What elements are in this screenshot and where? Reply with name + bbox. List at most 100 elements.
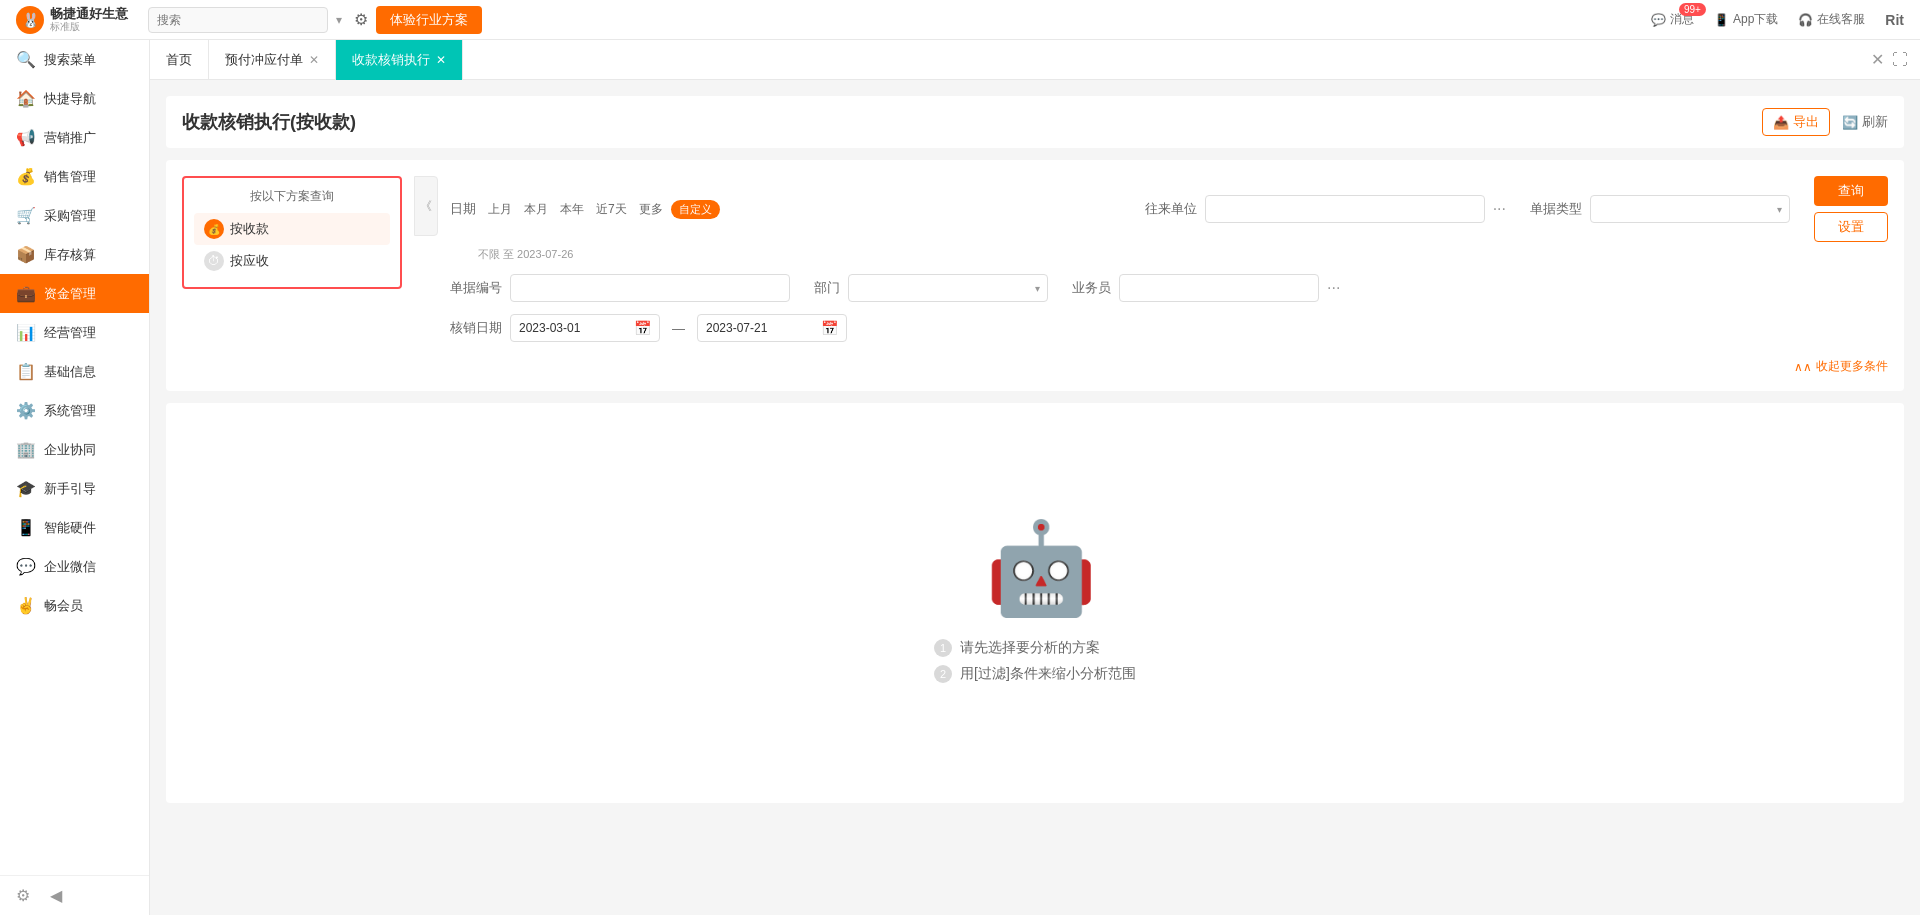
sidebar-item-sales[interactable]: 💰 销售管理 [0,157,149,196]
logo-icon: 🐰 [16,6,44,34]
page-actions: 📤 导出 🔄 刷新 [1762,108,1888,136]
refresh-button[interactable]: 🔄 刷新 [1842,113,1888,131]
home-icon: 🏠 [16,89,36,108]
sidebar-label-inventory: 库存核算 [44,246,96,264]
close-all-tabs-icon[interactable]: ✕ [1871,50,1884,69]
tab-prepaid[interactable]: 预付冲应付单 ✕ [209,40,336,80]
date-btn-custom[interactable]: 自定义 [671,200,720,219]
sidebar-label-hardware: 智能硬件 [44,519,96,537]
sidebar-label-funds: 资金管理 [44,285,96,303]
expand-icon[interactable]: ⛶ [1892,51,1908,69]
sidebar-item-quick-nav[interactable]: 🏠 快捷导航 [0,79,149,118]
voucher-no-input[interactable] [510,274,790,302]
collapse-conditions-label: 收起更多条件 [1816,358,1888,375]
department-select[interactable] [848,274,1048,302]
date-btn-this-year[interactable]: 本年 [556,199,588,220]
tip-num-2: 2 [934,665,952,683]
page-title-bar: 收款核销执行(按收款) 📤 导出 🔄 刷新 [166,96,1904,148]
sidebar-item-funds[interactable]: 💼 资金管理 [0,274,149,313]
sidebar-item-marketing[interactable]: 📢 营销推广 [0,118,149,157]
sidebar-item-enterprise[interactable]: 🏢 企业协同 [0,430,149,469]
user-name[interactable]: Rit [1885,12,1904,28]
tab-receivable-close[interactable]: ✕ [436,53,446,67]
sidebar-label-marketing: 营销推广 [44,129,96,147]
related-unit-label: 往来单位 [1145,200,1197,218]
export-button[interactable]: 📤 导出 [1762,108,1830,136]
sidebar-item-guide[interactable]: 🎓 新手引导 [0,469,149,508]
sidebar-item-basic-info[interactable]: 📋 基础信息 [0,352,149,391]
content-area: 首页 预付冲应付单 ✕ 收款核销执行 ✕ ✕ ⛶ 收款核销执行(按收款) [150,40,1920,915]
topbar-search-input[interactable] [148,7,328,33]
sidebar-label-operations: 经营管理 [44,324,96,342]
writeoff-date-start[interactable]: 2023-03-01 📅 [510,314,660,342]
empty-state: 🤖 1 请先选择要分析的方案 2 用[过滤]条件来缩小分析范围 [166,403,1904,803]
query-button[interactable]: 查询 [1814,176,1888,206]
chevron-up-icon: ∧∧ [1794,360,1812,374]
filter-collapse-btn[interactable]: 《 [414,176,438,236]
topbar-gear-icon[interactable]: ⚙ [354,10,368,29]
collapse-conditions[interactable]: ∧∧ 收起更多条件 [450,358,1888,375]
tip-text-1: 请先选择要分析的方案 [960,639,1100,657]
calendar-start-icon[interactable]: 📅 [634,320,651,336]
filter-row-2: 单据编号 部门 业务员 ··· [450,274,1888,302]
calendar-end-icon[interactable]: 📅 [821,320,838,336]
filter-option-by-receipt[interactable]: 💰 按收款 [194,213,390,245]
refresh-label: 刷新 [1862,113,1888,131]
date-no-limit: 不限 至 2023-07-26 [478,246,1888,262]
filter-row-3: 核销日期 2023-03-01 📅 — 2023-07-21 📅 [450,314,1888,342]
purchase-icon: 🛒 [16,206,36,225]
staff-input[interactable] [1119,274,1319,302]
date-btn-last-month[interactable]: 上月 [484,199,516,220]
staff-dots[interactable]: ··· [1327,279,1340,297]
tab-receivable-label: 收款核销执行 [352,51,430,69]
refresh-icon: 🔄 [1842,115,1858,130]
sidebar: 🔍 搜索菜单 🏠 快捷导航 📢 营销推广 💰 销售管理 🛒 采购管理 📦 [0,40,150,915]
query-btns: 查询 设置 [1814,176,1888,242]
related-unit-input[interactable] [1205,195,1485,223]
sidebar-item-search-menu[interactable]: 🔍 搜索菜单 [0,40,149,79]
topbar-right: 💬 消息 99+ 📱 App下载 🎧 在线客服 Rit [1651,11,1904,28]
sidebar-label-basic-info: 基础信息 [44,363,96,381]
sidebar-item-wechat[interactable]: 💬 企业微信 [0,547,149,586]
filter-option-by-receivable[interactable]: ⏱ 按应收 [194,245,390,277]
date-btn-7days[interactable]: 近7天 [592,199,631,220]
writeoff-start-text: 2023-03-01 [519,321,630,335]
sidebar-collapse-icon[interactable]: ◀ [50,886,62,905]
sidebar-item-inventory[interactable]: 📦 库存核算 [0,235,149,274]
member-icon: ✌ [16,596,36,615]
settings-button[interactable]: 设置 [1814,212,1888,242]
sidebar-label-sales: 销售管理 [44,168,96,186]
system-icon: ⚙️ [16,401,36,420]
sidebar-label-system: 系统管理 [44,402,96,420]
solution-button[interactable]: 体验行业方案 [376,6,482,34]
empty-tip-2: 2 用[过滤]条件来缩小分析范围 [934,665,1136,683]
sidebar-item-hardware[interactable]: 📱 智能硬件 [0,508,149,547]
filter-row-1: 日期 上月 本月 本年 近7天 更多 自定义 [450,176,1888,242]
date-filter: 日期 上月 本月 本年 近7天 更多 自定义 [450,199,720,220]
sidebar-item-member[interactable]: ✌ 畅会员 [0,586,149,625]
voucher-type-label: 单据类型 [1530,200,1582,218]
sidebar-item-purchase[interactable]: 🛒 采购管理 [0,196,149,235]
sidebar-item-operations[interactable]: 📊 经营管理 [0,313,149,352]
collapse-icon: 《 [420,198,432,215]
writeoff-date-end[interactable]: 2023-07-21 📅 [697,314,847,342]
funds-icon: 💼 [16,284,36,303]
app-icon: 📱 [1714,13,1729,27]
topbar-dropdown-icon[interactable]: ▾ [336,13,342,27]
headset-icon: 🎧 [1798,13,1813,27]
sidebar-item-system[interactable]: ⚙️ 系统管理 [0,391,149,430]
page-content: 收款核销执行(按收款) 📤 导出 🔄 刷新 按以 [150,80,1920,915]
tab-home[interactable]: 首页 [150,40,209,80]
date-btn-more[interactable]: 更多 [635,199,667,220]
voucher-type-select[interactable] [1590,195,1790,223]
tab-prepaid-close[interactable]: ✕ [309,53,319,67]
sidebar-settings-icon[interactable]: ⚙ [16,886,30,905]
export-label: 导出 [1793,113,1819,131]
app-download-area[interactable]: 📱 App下载 [1714,11,1778,28]
tab-receivable[interactable]: 收款核销执行 ✕ [336,40,463,80]
date-label: 日期 [450,200,476,218]
date-btn-this-month[interactable]: 本月 [520,199,552,220]
message-area[interactable]: 💬 消息 99+ [1651,11,1694,28]
related-unit-dots[interactable]: ··· [1493,200,1506,218]
online-service-area[interactable]: 🎧 在线客服 [1798,11,1865,28]
